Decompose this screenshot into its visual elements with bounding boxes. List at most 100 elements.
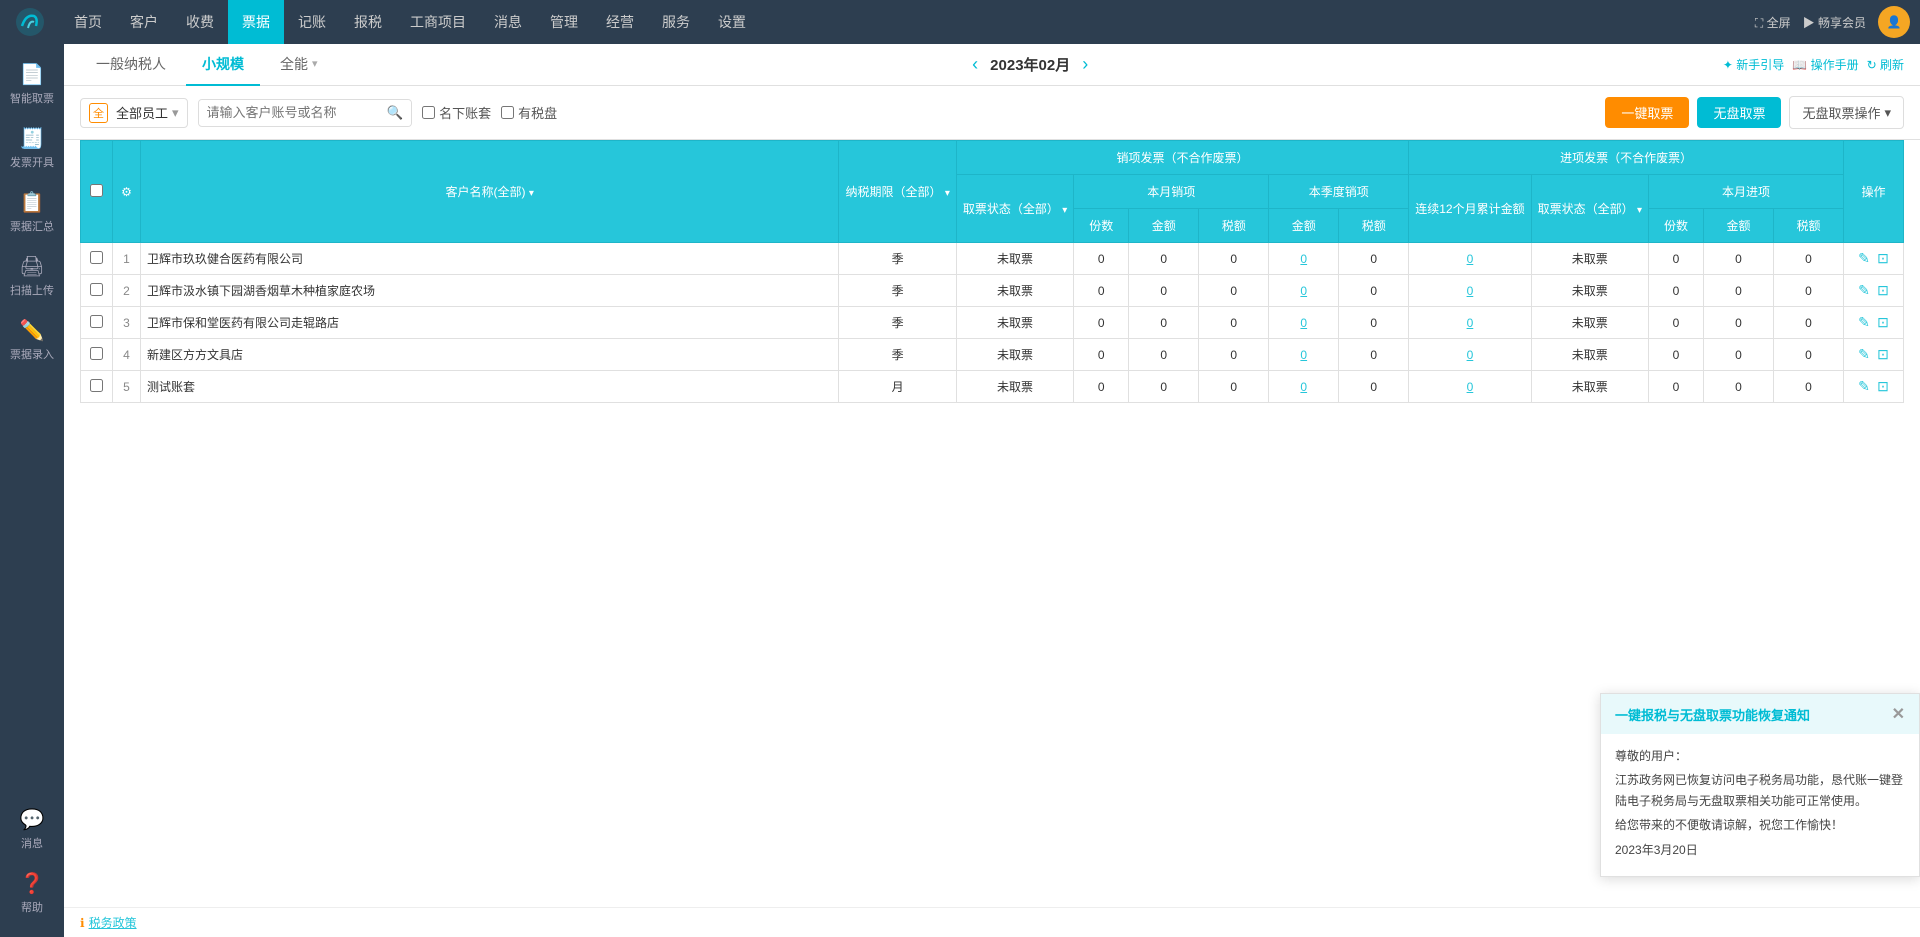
row-edit-icon-0[interactable]: ✎ [1858, 250, 1870, 266]
notif-close-btn[interactable]: ✕ [1892, 704, 1905, 724]
row-sale-status-3: 未取票 [956, 339, 1073, 371]
select-all-checkbox[interactable] [90, 184, 103, 197]
row-checkbox-2[interactable] [81, 307, 113, 339]
row-sale-month-count-2: 0 [1074, 307, 1129, 339]
row-purchase-month-count-4: 0 [1649, 371, 1704, 403]
notification-popup: 一键报税与无盘取票功能恢复通知 ✕ 尊敬的用户： 江苏政务网已恢复访问电子税务局… [1600, 693, 1920, 877]
nav-fee[interactable]: 收费 [172, 0, 228, 44]
th-settings: ⚙ [113, 141, 141, 243]
row-detail-icon-3[interactable]: ⊡ [1877, 346, 1889, 362]
nav-home[interactable]: 首页 [60, 0, 116, 44]
new-guide-btn[interactable]: ✦ 新手引导 [1723, 56, 1784, 73]
sidebar-label-help: 帮助 [21, 899, 43, 915]
row-checkbox-3[interactable] [81, 339, 113, 371]
row-purchase-month-amount-3: 0 [1704, 339, 1774, 371]
row-sale-year-4: 0 [1409, 371, 1531, 403]
row-sale-month-count-4: 0 [1074, 371, 1129, 403]
row-edit-icon-2[interactable]: ✎ [1858, 314, 1870, 330]
row-purchase-month-tax-4: 0 [1774, 371, 1844, 403]
refresh-btn[interactable]: ↻ 刷新 [1867, 56, 1904, 73]
sidebar-label-invoice-summary: 票据汇总 [10, 218, 54, 234]
th-purchase-group: 进项发票（不合作废票） [1409, 141, 1844, 175]
sidebar-item-scan-upload[interactable]: 🖨 扫描上传 [2, 246, 62, 306]
search-box: 🔍 [198, 99, 413, 127]
row-purchase-status-4: 未取票 [1531, 371, 1648, 403]
prev-month-btn[interactable]: ‹ [972, 54, 978, 75]
row-purchase-status-2: 未取票 [1531, 307, 1648, 339]
checkbox-has-disk-input[interactable] [501, 106, 514, 119]
row-purchase-month-amount-0: 0 [1704, 243, 1774, 275]
row-client-2: 卫辉市保和堂医药有限公司走辊路店 [141, 307, 839, 339]
sidebar-label-invoice-open: 发票开具 [10, 154, 54, 170]
toolbar-right: 一键取票 无盘取票 无盘取票操作 ▾ [1605, 96, 1904, 129]
checkbox-has-disk[interactable]: 有税盘 [501, 103, 557, 122]
row-num-3: 4 [113, 339, 141, 371]
no-disk-ticket-btn[interactable]: 无盘取票 [1697, 97, 1781, 128]
row-edit-icon-3[interactable]: ✎ [1858, 346, 1870, 362]
notif-body2: 给您带来的不便敬请谅解，祝您工作愉快！ [1615, 815, 1905, 835]
row-checkbox-1[interactable] [81, 275, 113, 307]
nav-tax[interactable]: 报税 [340, 0, 396, 44]
user-avatar[interactable]: 👤 [1878, 6, 1910, 38]
nav-business2[interactable]: 经营 [592, 0, 648, 44]
tab-small-scale[interactable]: 小规模 [186, 44, 260, 86]
row-sale-quarter-amount-2: 0 [1269, 307, 1339, 339]
nav-message[interactable]: 消息 [480, 0, 536, 44]
row-detail-icon-2[interactable]: ⊡ [1877, 314, 1889, 330]
sidebar-item-invoice-open[interactable]: 🧾 发票开具 [2, 118, 62, 178]
th-sale-quarter-tax: 税额 [1339, 209, 1409, 243]
row-purchase-month-tax-1: 0 [1774, 275, 1844, 307]
row-checkbox-0[interactable] [81, 243, 113, 275]
checkbox-my-accounts[interactable]: 名下账套 [422, 103, 491, 122]
th-sale-group: 销项发票（不合作废票） [956, 141, 1408, 175]
checkbox-my-accounts-input[interactable] [422, 106, 435, 119]
message-icon: 💬 [20, 807, 45, 832]
row-actions-1: ✎ ⊡ [1844, 275, 1904, 307]
row-checkbox-4[interactable] [81, 371, 113, 403]
row-purchase-month-amount-4: 0 [1704, 371, 1774, 403]
sidebar-item-ticket-entry[interactable]: ✏️ 票据录入 [2, 310, 62, 370]
next-month-btn[interactable]: › [1082, 54, 1088, 75]
member-btn[interactable]: ▶ 畅享会员 [1803, 14, 1866, 31]
fullscreen-btn[interactable]: ⛶ 全屏 [1755, 14, 1791, 31]
sidebar-item-help[interactable]: ❓ 帮助 [2, 863, 62, 923]
sidebar-item-message[interactable]: 💬 消息 [2, 799, 62, 859]
row-edit-icon-1[interactable]: ✎ [1858, 282, 1870, 298]
status-link[interactable]: 税务政策 [89, 914, 137, 931]
nav-settings[interactable]: 设置 [704, 0, 760, 44]
date-nav: ‹ 2023年02月 › [338, 54, 1723, 75]
checkbox-my-accounts-label: 名下账套 [439, 103, 491, 122]
search-button[interactable]: 🔍 [379, 100, 412, 126]
row-detail-icon-4[interactable]: ⊡ [1877, 378, 1889, 394]
nav-invoice[interactable]: 票据 [228, 0, 284, 44]
sidebar-item-smart-ticket[interactable]: 📄 智能取票 [2, 54, 62, 114]
notif-body1: 江苏政务网已恢复访问电子税务局功能，恳代账一键登陆电子税务局与无盘取票相关功能可… [1615, 770, 1905, 811]
row-sale-year-2: 0 [1409, 307, 1531, 339]
row-detail-icon-1[interactable]: ⊡ [1877, 282, 1889, 298]
tab-general-taxpayer[interactable]: 一般纳税人 [80, 44, 182, 86]
nav-business[interactable]: 工商项目 [396, 0, 480, 44]
sidebar-bottom: 💬 消息 ❓ 帮助 [0, 799, 64, 937]
row-edit-icon-4[interactable]: ✎ [1858, 378, 1870, 394]
one-click-ticket-btn[interactable]: 一键取票 [1605, 97, 1689, 128]
employee-select[interactable]: 全 全部员工 ▾ [80, 98, 188, 128]
nav-client[interactable]: 客户 [116, 0, 172, 44]
row-purchase-status-3: 未取票 [1531, 339, 1648, 371]
row-sale-month-tax-3: 0 [1199, 339, 1269, 371]
nav-manage[interactable]: 管理 [536, 0, 592, 44]
th-checkbox [81, 141, 113, 243]
row-client-4: 测试账套 [141, 371, 839, 403]
row-detail-icon-0[interactable]: ⊡ [1877, 250, 1889, 266]
row-sale-quarter-tax-1: 0 [1339, 275, 1409, 307]
nav-service[interactable]: 服务 [648, 0, 704, 44]
row-num-1: 2 [113, 275, 141, 307]
manual-btn[interactable]: 📖 操作手册 [1792, 56, 1858, 73]
nav-bookkeeping[interactable]: 记账 [284, 0, 340, 44]
row-sale-month-tax-4: 0 [1199, 371, 1269, 403]
th-period: 纳税期限（全部） ▾ [839, 141, 956, 243]
sidebar-item-invoice-summary[interactable]: 📋 票据汇总 [2, 182, 62, 242]
no-disk-ops-btn[interactable]: 无盘取票操作 ▾ [1789, 96, 1904, 129]
tab-all[interactable]: 全能 ▾ [264, 44, 334, 86]
th-purchase-month-count: 份数 [1649, 209, 1704, 243]
search-input[interactable] [199, 100, 379, 125]
